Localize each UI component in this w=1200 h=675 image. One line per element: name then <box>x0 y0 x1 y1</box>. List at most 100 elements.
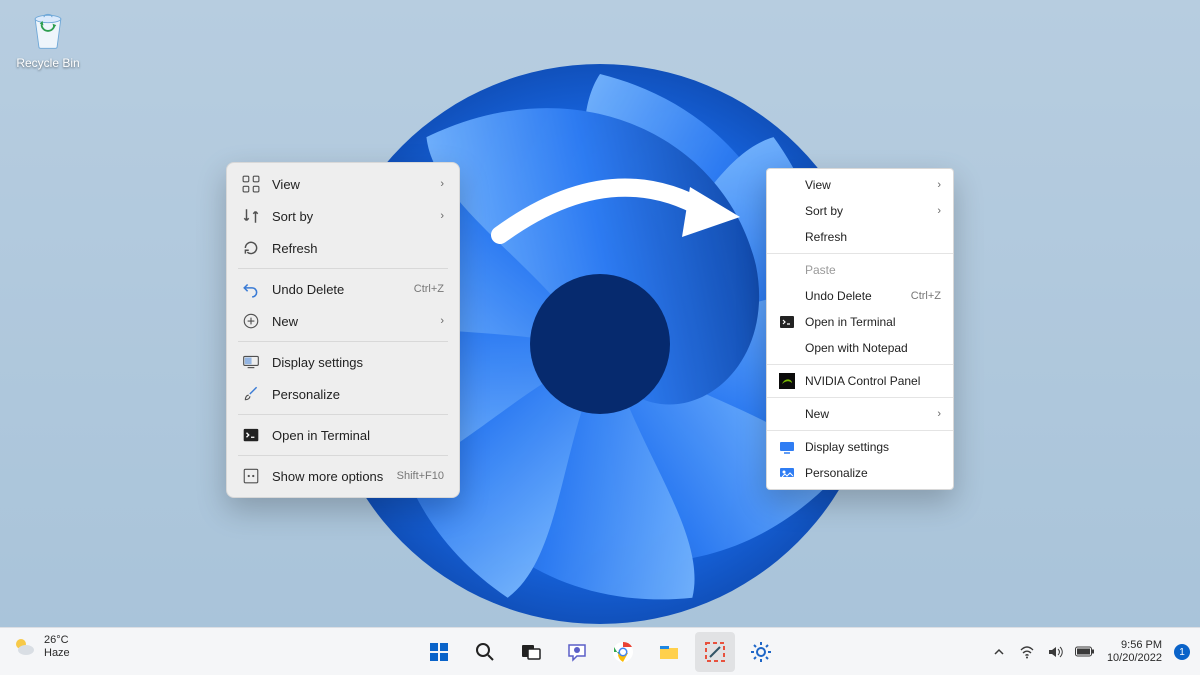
menu-separator <box>767 430 953 431</box>
taskbar-weather[interactable]: 26°C Haze <box>12 634 70 660</box>
menu-label: Open in Terminal <box>272 428 444 443</box>
taskbar-time: 9:56 PM <box>1107 639 1162 652</box>
chevron-right-icon: › <box>440 178 444 190</box>
menu11-sort-by[interactable]: Sort by › <box>232 200 454 232</box>
chat-button[interactable] <box>557 632 597 672</box>
start-button[interactable] <box>419 632 459 672</box>
menu-label: Personalize <box>272 387 444 402</box>
menu11-undo-delete[interactable]: Undo Delete Ctrl+Z <box>232 273 454 305</box>
menu10-paste: Paste <box>767 257 953 283</box>
undo-icon <box>242 280 260 298</box>
recycle-bin-desktop-icon[interactable]: Recycle Bin <box>12 6 84 70</box>
menu-label: Open in Terminal <box>805 315 941 329</box>
menu-label: NVIDIA Control Panel <box>805 374 941 388</box>
taskview-button[interactable] <box>511 632 551 672</box>
menu-label: Sort by <box>805 204 931 218</box>
weather-icon <box>12 635 36 659</box>
menu-separator <box>767 397 953 398</box>
menu10-new[interactable]: New › <box>767 401 953 427</box>
menu10-open-notepad[interactable]: Open with Notepad <box>767 335 953 361</box>
menu-separator <box>238 341 448 342</box>
wifi-icon[interactable] <box>1019 644 1035 660</box>
menu-label: Display settings <box>272 355 444 370</box>
menu-label: Undo Delete <box>805 289 903 303</box>
taskbar-center <box>419 632 781 672</box>
recycle-bin-icon <box>26 8 70 52</box>
tray-chevron-icon[interactable] <box>991 644 1007 660</box>
menu11-show-more[interactable]: Show more options Shift+F10 <box>232 460 454 492</box>
terminal-icon <box>242 426 260 444</box>
weather-temp: 26°C <box>44 634 70 647</box>
arrow-annotation <box>490 175 750 270</box>
nvidia-icon <box>779 373 795 389</box>
menu10-display-settings[interactable]: Display settings <box>767 434 953 460</box>
terminal-icon <box>779 314 795 330</box>
file-explorer-button[interactable] <box>649 632 689 672</box>
snipping-tool-button[interactable] <box>695 632 735 672</box>
taskbar-clock[interactable]: 9:56 PM 10/20/2022 <box>1107 639 1162 665</box>
menu-shortcut: Ctrl+Z <box>911 290 941 302</box>
settings-button[interactable] <box>741 632 781 672</box>
context-menu-win11: View › Sort by › Refresh Undo Delete Ctr… <box>226 162 460 498</box>
display-icon <box>242 353 260 371</box>
chrome-button[interactable] <box>603 632 643 672</box>
personalize-icon <box>779 465 795 481</box>
brush-icon <box>242 385 260 403</box>
menu-label: View <box>272 177 434 192</box>
menu-separator <box>767 253 953 254</box>
menu10-nvidia[interactable]: NVIDIA Control Panel <box>767 368 953 394</box>
menu11-personalize[interactable]: Personalize <box>232 378 454 410</box>
context-menu-classic: View › Sort by › Refresh Paste Undo Dele… <box>766 168 954 490</box>
menu11-refresh[interactable]: Refresh <box>232 232 454 264</box>
menu-separator <box>238 268 448 269</box>
display-icon <box>779 439 795 455</box>
menu-label: Open with Notepad <box>805 341 941 355</box>
weather-condition: Haze <box>44 647 70 660</box>
menu-label: New <box>805 407 931 421</box>
menu-separator <box>767 364 953 365</box>
more-options-icon <box>242 467 260 485</box>
menu-label: Display settings <box>805 440 941 454</box>
menu10-undo-delete[interactable]: Undo Delete Ctrl+Z <box>767 283 953 309</box>
chevron-right-icon: › <box>937 408 941 420</box>
chevron-right-icon: › <box>937 179 941 191</box>
menu-separator <box>238 455 448 456</box>
grid-icon <box>242 175 260 193</box>
menu-label: View <box>805 178 931 192</box>
chevron-right-icon: › <box>440 315 444 327</box>
battery-icon[interactable] <box>1075 646 1095 658</box>
refresh-icon <box>242 239 260 257</box>
volume-icon[interactable] <box>1047 644 1063 660</box>
recycle-bin-label: Recycle Bin <box>12 56 84 70</box>
taskbar: 26°C Haze 9:56 PM 10/20/2022 1 <box>0 627 1200 675</box>
chevron-right-icon: › <box>440 210 444 222</box>
menu-label: Show more options <box>272 469 389 484</box>
menu-label: Paste <box>805 263 941 277</box>
menu10-view[interactable]: View › <box>767 172 953 198</box>
plus-icon <box>242 312 260 330</box>
system-tray: 9:56 PM 10/20/2022 1 <box>991 628 1190 675</box>
menu-separator <box>238 414 448 415</box>
menu11-open-terminal[interactable]: Open in Terminal <box>232 419 454 451</box>
notification-badge[interactable]: 1 <box>1174 644 1190 660</box>
menu11-display-settings[interactable]: Display settings <box>232 346 454 378</box>
menu-shortcut: Shift+F10 <box>397 470 444 482</box>
menu-shortcut: Ctrl+Z <box>414 283 444 295</box>
search-button[interactable] <box>465 632 505 672</box>
menu-label: Refresh <box>272 241 444 256</box>
menu11-view[interactable]: View › <box>232 168 454 200</box>
menu10-open-terminal[interactable]: Open in Terminal <box>767 309 953 335</box>
desktop-wallpaper <box>0 0 1200 675</box>
chevron-right-icon: › <box>937 205 941 217</box>
menu-label: Undo Delete <box>272 282 406 297</box>
taskbar-date: 10/20/2022 <box>1107 652 1162 665</box>
sort-icon <box>242 207 260 225</box>
menu10-personalize[interactable]: Personalize <box>767 460 953 486</box>
menu11-new[interactable]: New › <box>232 305 454 337</box>
menu-label: Refresh <box>805 230 941 244</box>
menu10-sort-by[interactable]: Sort by › <box>767 198 953 224</box>
menu-label: Personalize <box>805 466 941 480</box>
menu10-refresh[interactable]: Refresh <box>767 224 953 250</box>
menu-label: New <box>272 314 434 329</box>
menu-label: Sort by <box>272 209 434 224</box>
